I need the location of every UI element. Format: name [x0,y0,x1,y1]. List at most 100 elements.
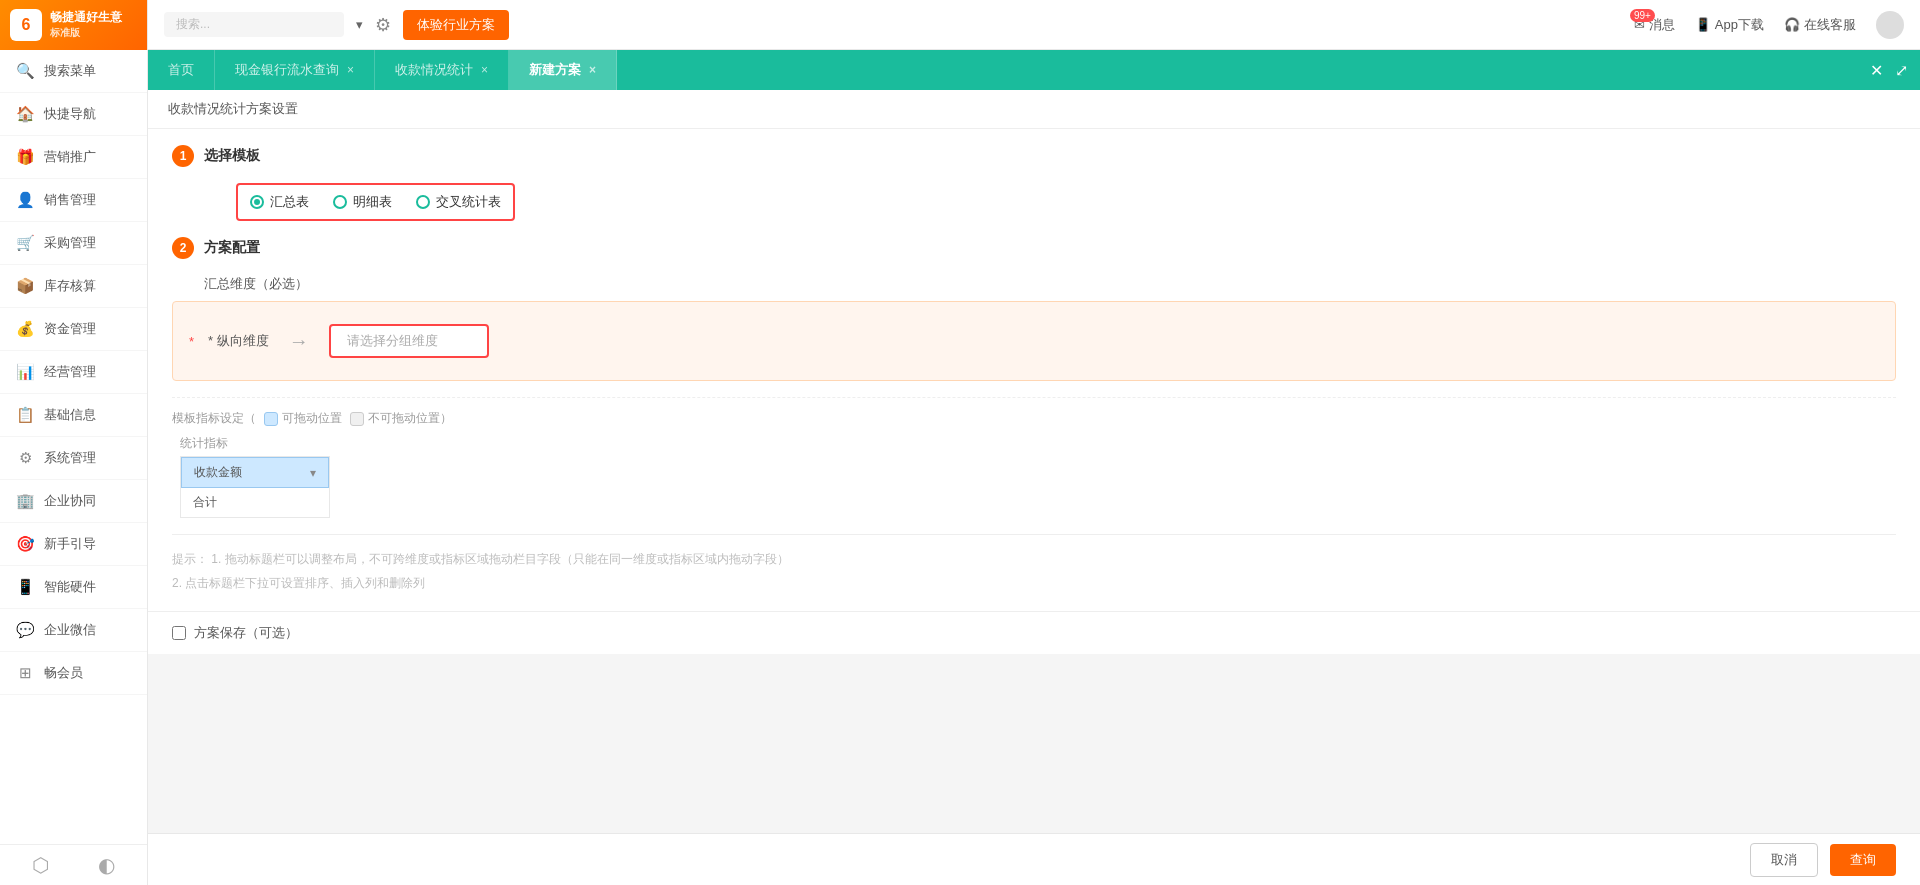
tab-home-label: 首页 [168,61,194,79]
download-icon: 📱 [1695,17,1711,32]
sidebar-item-member[interactable]: ⊞ 畅会员 [0,652,147,695]
sidebar-item-marketing[interactable]: 🎁 营销推广 [0,136,147,179]
sidebar-item-label: 快捷导航 [44,105,96,123]
sidebar-item-basic-info[interactable]: 📋 基础信息 [0,394,147,437]
search-box[interactable]: 搜索... [164,12,344,37]
sidebar-item-guide[interactable]: 🎯 新手引导 [0,523,147,566]
topbar-left: 搜索... ▾ ⚙ 体验行业方案 [164,10,509,40]
radio-detail[interactable]: 明细表 [333,193,392,211]
step1-title: 选择模板 [204,147,260,165]
chat-icon: 💬 [16,621,34,639]
tab-cash-label: 现金银行流水查询 [235,61,339,79]
logo-text: 畅捷通好生意 [50,10,122,26]
clipboard-icon: 📋 [16,406,34,424]
sidebar-item-label: 畅会员 [44,664,83,682]
vertical-dim-label: * 纵向维度 [208,332,269,350]
target-icon: 🎯 [16,535,34,553]
column-dropdown-icon[interactable]: ▾ [310,466,316,480]
main-area: 搜索... ▾ ⚙ 体验行业方案 ✉ 99+ 消息 📱 App下载 🎧 在线客服 [148,0,1920,885]
metrics-label-row: 模板指标设定（ 可拖动位置 不可拖动位置） [172,410,1896,427]
notifications-btn[interactable]: ✉ 99+ 消息 [1634,16,1675,34]
radio-cross[interactable]: 交叉统计表 [416,193,501,211]
radio-circle-detail [333,195,347,209]
tab-new-plan[interactable]: 新建方案 × [509,50,617,90]
step2-row: 2 方案配置 [172,237,1896,259]
radio-label-summary: 汇总表 [270,193,309,211]
column-label: 收款金额 [194,464,242,481]
required-star: * [189,334,194,349]
sidebar-item-hardware[interactable]: 📱 智能硬件 [0,566,147,609]
topbar-dropdown[interactable]: ▾ [356,17,363,32]
metrics-section: 模板指标设定（ 可拖动位置 不可拖动位置） [172,397,1896,518]
metrics-table-cell: 合计 [181,488,329,517]
chart-icon: 📊 [16,363,34,381]
sidebar-item-enterprise[interactable]: 🏢 企业协同 [0,480,147,523]
sidebar-item-label: 新手引导 [44,535,96,553]
topbar-right: ✉ 99+ 消息 📱 App下载 🎧 在线客服 [1634,11,1904,39]
sidebar-item-finance[interactable]: 💰 资金管理 [0,308,147,351]
step1-row: 1 选择模板 [172,145,1896,167]
sidebar-item-label: 智能硬件 [44,578,96,596]
close-window-icon[interactable]: ✕ [1870,61,1883,80]
row-label: 合计 [193,495,217,509]
section-container: 1 选择模板 汇总表 明细表 [148,129,1920,611]
dim-placeholder: 请选择分组维度 [347,333,438,348]
logo-icon: 6 [10,9,42,41]
tab-new-plan-label: 新建方案 [529,61,581,79]
sidebar-item-label: 基础信息 [44,406,96,424]
member-icon: ⊞ [16,664,34,682]
radio-circle-cross [416,195,430,209]
sidebar-item-purchase[interactable]: 🛒 采购管理 [0,222,147,265]
search-placeholder-text: 搜索... [176,16,210,33]
sidebar-item-label: 经营管理 [44,363,96,381]
logo-badge: 标准版 [50,26,122,40]
sidebar-item-label: 搜索菜单 [44,62,96,80]
tab-bar: 首页 现金银行流水查询 × 收款情况统计 × 新建方案 × ✕ ⤢ [148,50,1920,90]
sidebar-bottom-icon2[interactable]: ◐ [74,853,140,877]
metrics-table: 收款金额 ▾ 合计 [180,456,330,518]
sidebar-item-management[interactable]: 📊 经营管理 [0,351,147,394]
sidebar-item-search[interactable]: 🔍 搜索菜单 [0,50,147,93]
footer-bar: 取消 查询 [148,833,1920,885]
sidebar-item-label: 系统管理 [44,449,96,467]
sidebar-item-wechat[interactable]: 💬 企业微信 [0,609,147,652]
dim-select-box[interactable]: 请选择分组维度 [329,324,489,358]
tabs-controls: ✕ ⤢ [1858,50,1920,90]
maximize-icon[interactable]: ⤢ [1895,61,1908,80]
sidebar-item-label: 资金管理 [44,320,96,338]
download-btn[interactable]: 📱 App下载 [1695,16,1764,34]
movable-dot [264,412,278,426]
sidebar-item-inventory[interactable]: 📦 库存核算 [0,265,147,308]
tab-receipt-stats[interactable]: 收款情况统计 × [375,50,509,90]
gift-icon: 🎁 [16,148,34,166]
home-icon: 🏠 [16,105,34,123]
industry-btn[interactable]: 体验行业方案 [403,10,509,40]
topbar: 搜索... ▾ ⚙ 体验行业方案 ✉ 99+ 消息 📱 App下载 🎧 在线客服 [148,0,1920,50]
sidebar-item-quick-nav[interactable]: 🏠 快捷导航 [0,93,147,136]
app-logo: 6 畅捷通好生意 标准版 [0,0,147,50]
radio-summary[interactable]: 汇总表 [250,193,309,211]
query-button[interactable]: 查询 [1830,844,1896,876]
tab-home[interactable]: 首页 [148,50,215,90]
sidebar-item-sales[interactable]: 👤 销售管理 [0,179,147,222]
sidebar-item-label: 企业协同 [44,492,96,510]
support-btn[interactable]: 🎧 在线客服 [1784,16,1856,34]
sidebar-bottom-icon1[interactable]: ⬡ [8,853,74,877]
tab-new-plan-close[interactable]: × [589,63,596,77]
metrics-category-label: 统计指标 [180,436,228,450]
tab-receipt-close[interactable]: × [481,63,488,77]
sidebar: 6 畅捷通好生意 标准版 🔍 搜索菜单 🏠 快捷导航 🎁 营销推广 👤 销售管理… [0,0,148,885]
dimension-selector: * * 纵向维度 → 请选择分组维度 [189,324,489,358]
sidebar-item-system[interactable]: ⚙ 系统管理 [0,437,147,480]
cancel-button[interactable]: 取消 [1750,843,1818,877]
page-title: 收款情况统计方案设置 [168,101,298,116]
page-header: 收款情况统计方案设置 [148,90,1920,129]
save-checkbox[interactable] [172,626,186,640]
settings-icon[interactable]: ⚙ [375,14,391,36]
user-avatar[interactable] [1876,11,1904,39]
search-icon: 🔍 [16,62,34,80]
tab-cash-close[interactable]: × [347,63,354,77]
sidebar-item-label: 采购管理 [44,234,96,252]
tab-cash-query[interactable]: 现金银行流水查询 × [215,50,375,90]
fixed-dot [350,412,364,426]
